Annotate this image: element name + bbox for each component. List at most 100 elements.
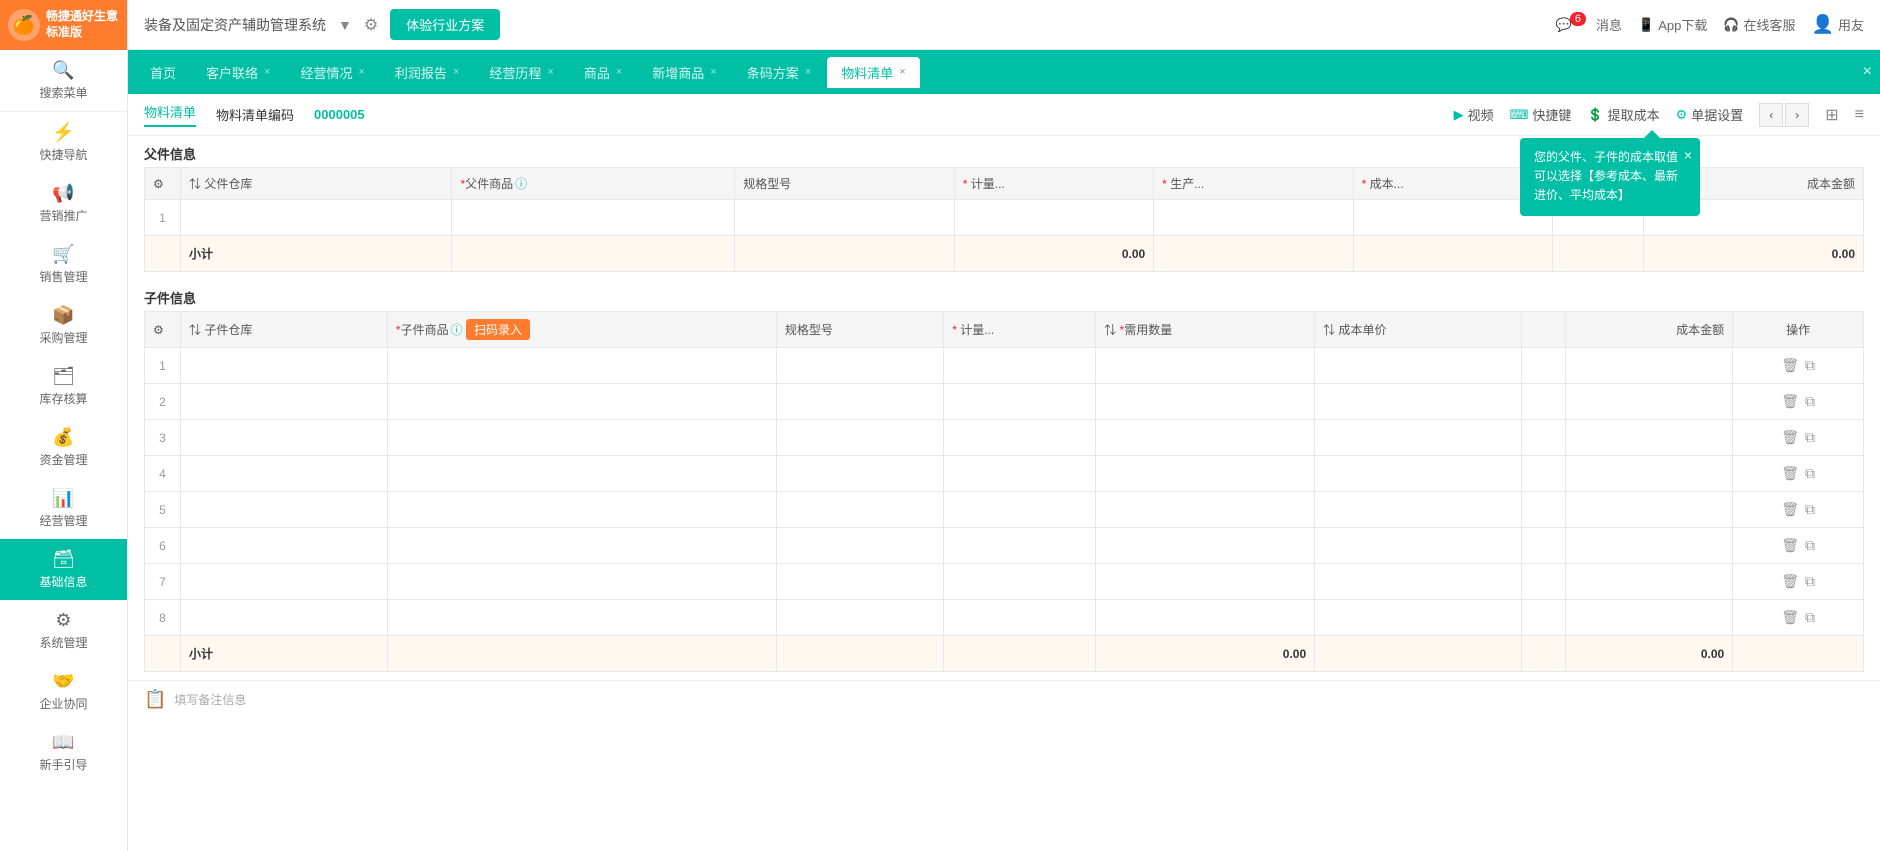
tab-bom-close[interactable]: × bbox=[899, 66, 905, 78]
tab-barcode-close[interactable]: × bbox=[805, 66, 811, 78]
child-delete-icon-7[interactable]: 🗑 bbox=[1781, 573, 1799, 590]
tab-history[interactable]: 经营历程 × bbox=[475, 57, 567, 88]
child-unit-cell-5[interactable] bbox=[944, 492, 1096, 528]
child-spec-cell-5[interactable] bbox=[776, 492, 943, 528]
sidebar-item-marketing[interactable]: 📢 营销推广 bbox=[0, 173, 127, 234]
child-spec-cell-6[interactable] bbox=[776, 528, 943, 564]
child-copy-icon-3[interactable]: ⧉ bbox=[1805, 429, 1815, 446]
child-spec-cell-4[interactable] bbox=[776, 456, 943, 492]
child-goods-cell-1[interactable] bbox=[387, 348, 776, 384]
topbar-gear-icon[interactable]: ⚙ bbox=[364, 15, 378, 35]
child-req-qty-cell-4[interactable] bbox=[1096, 456, 1315, 492]
child-delete-icon-3[interactable]: 🗑 bbox=[1781, 429, 1799, 446]
parent-unit-cell-1[interactable] bbox=[954, 200, 1153, 236]
child-spec-cell-3[interactable] bbox=[776, 420, 943, 456]
child-unit-cell-4[interactable] bbox=[944, 456, 1096, 492]
sidebar-item-sales[interactable]: 🛒 销售管理 bbox=[0, 234, 127, 295]
tooltip-close-btn[interactable]: × bbox=[1684, 144, 1692, 166]
sidebar-item-inventory[interactable]: 🗂 库存核算 bbox=[0, 356, 127, 417]
child-goods-cell-4[interactable] bbox=[387, 456, 776, 492]
parent-warehouse-cell-1[interactable] bbox=[181, 200, 452, 236]
parent-spec-cell-1[interactable] bbox=[735, 200, 955, 236]
child-delete-icon-5[interactable]: 🗑 bbox=[1781, 501, 1799, 518]
child-copy-icon-5[interactable]: ⧉ bbox=[1805, 501, 1815, 518]
child-delete-icon-2[interactable]: 🗑 bbox=[1781, 393, 1799, 410]
child-spec-cell-8[interactable] bbox=[776, 600, 943, 636]
tab-operation[interactable]: 经营情况 × bbox=[286, 57, 378, 88]
prev-record-btn[interactable]: ‹ bbox=[1759, 103, 1783, 127]
child-unit-cell-8[interactable] bbox=[944, 600, 1096, 636]
tab-profit[interactable]: 利润报告 × bbox=[381, 57, 473, 88]
sidebar-item-basic-info[interactable]: 🗃 基础信息 bbox=[0, 539, 127, 600]
tab-barcode[interactable]: 条码方案 × bbox=[733, 57, 825, 88]
child-copy-icon-6[interactable]: ⧉ bbox=[1805, 537, 1815, 554]
child-warehouse-cell-3[interactable] bbox=[181, 420, 388, 456]
child-goods-cell-8[interactable] bbox=[387, 600, 776, 636]
child-req-qty-cell-2[interactable] bbox=[1096, 384, 1315, 420]
cost-sort[interactable]: ⇅ bbox=[1323, 323, 1335, 337]
grid-view-icon[interactable]: ⊞ bbox=[1825, 105, 1838, 125]
child-warehouse-cell-1[interactable] bbox=[181, 348, 388, 384]
child-delete-icon-1[interactable]: 🗑 bbox=[1781, 357, 1799, 374]
online-service-item[interactable]: 🎧 在线客服 bbox=[1723, 15, 1795, 34]
shortcut-btn[interactable]: ⌨ 快捷键 bbox=[1510, 105, 1572, 124]
child-req-qty-cell-6[interactable] bbox=[1096, 528, 1315, 564]
child-delete-icon-8[interactable]: 🗑 bbox=[1781, 609, 1799, 626]
child-copy-icon-4[interactable]: ⧉ bbox=[1805, 465, 1815, 482]
child-warehouse-cell-5[interactable] bbox=[181, 492, 388, 528]
close-all-tabs-icon[interactable]: × bbox=[1863, 63, 1872, 81]
video-btn[interactable]: ▶ 视频 bbox=[1454, 105, 1494, 124]
note-label[interactable]: 填写备注信息 bbox=[174, 691, 246, 708]
user-item[interactable]: 👤 用友 bbox=[1812, 14, 1864, 35]
child-warehouse-cell-2[interactable] bbox=[181, 384, 388, 420]
tab-goods-close[interactable]: × bbox=[616, 66, 622, 78]
child-cost-price-cell-6[interactable] bbox=[1315, 528, 1522, 564]
child-cost-price-cell-3[interactable] bbox=[1315, 420, 1522, 456]
child-unit-cell-2[interactable] bbox=[944, 384, 1096, 420]
child-cost-price-cell-7[interactable] bbox=[1315, 564, 1522, 600]
cost-extract-btn[interactable]: 💲 提取成本 bbox=[1587, 105, 1659, 124]
child-col-setting[interactable]: ⚙ bbox=[145, 312, 181, 348]
child-req-qty-cell-3[interactable] bbox=[1096, 420, 1315, 456]
sidebar-item-purchase[interactable]: 📦 采购管理 bbox=[0, 295, 127, 356]
parent-sort-icon[interactable]: ⇅ bbox=[189, 177, 201, 191]
child-spec-cell-2[interactable] bbox=[776, 384, 943, 420]
tab-customer-close[interactable]: × bbox=[264, 66, 270, 78]
child-warehouse-cell-6[interactable] bbox=[181, 528, 388, 564]
child-goods-cell-6[interactable] bbox=[387, 528, 776, 564]
child-spec-cell-7[interactable] bbox=[776, 564, 943, 600]
child-copy-icon-1[interactable]: ⧉ bbox=[1805, 357, 1815, 374]
parent-goods-cell-1[interactable] bbox=[452, 200, 735, 236]
child-unit-cell-7[interactable] bbox=[944, 564, 1096, 600]
child-warehouse-cell-8[interactable] bbox=[181, 600, 388, 636]
child-spec-cell-1[interactable] bbox=[776, 348, 943, 384]
tab-operation-close[interactable]: × bbox=[358, 66, 364, 78]
app-download-item[interactable]: 📱 App下载 bbox=[1638, 15, 1707, 34]
tab-goods[interactable]: 商品 × bbox=[570, 57, 636, 88]
tab-new-goods-close[interactable]: × bbox=[710, 66, 716, 78]
child-req-qty-cell-8[interactable] bbox=[1096, 600, 1315, 636]
child-cost-price-cell-1[interactable] bbox=[1315, 348, 1522, 384]
child-copy-icon-2[interactable]: ⧉ bbox=[1805, 393, 1815, 410]
scan-input-btn[interactable]: 扫码录入 bbox=[466, 319, 530, 340]
child-unit-cell-3[interactable] bbox=[944, 420, 1096, 456]
tab-bom[interactable]: 物料清单 × bbox=[827, 57, 919, 88]
sidebar-item-system[interactable]: ⚙ 系统管理 bbox=[0, 600, 127, 661]
child-copy-icon-7[interactable]: ⧉ bbox=[1805, 573, 1815, 590]
child-req-qty-cell-7[interactable] bbox=[1096, 564, 1315, 600]
child-req-qty-cell-5[interactable] bbox=[1096, 492, 1315, 528]
sidebar-item-guide[interactable]: 📖 新手引导 bbox=[0, 722, 127, 783]
child-goods-cell-5[interactable] bbox=[387, 492, 776, 528]
child-cost-price-cell-4[interactable] bbox=[1315, 456, 1522, 492]
child-copy-icon-8[interactable]: ⧉ bbox=[1805, 609, 1815, 626]
child-cost-price-cell-5[interactable] bbox=[1315, 492, 1522, 528]
sidebar-item-search[interactable]: 🔍 搜索菜单 bbox=[0, 50, 127, 112]
child-delete-icon-4[interactable]: 🗑 bbox=[1781, 465, 1799, 482]
topbar-dropdown-icon[interactable]: ▼ bbox=[338, 17, 352, 33]
parent-goods-help-icon[interactable]: ⓘ bbox=[515, 177, 527, 191]
child-goods-cell-3[interactable] bbox=[387, 420, 776, 456]
single-setting-btn[interactable]: ⚙ 单据设置 bbox=[1676, 105, 1744, 124]
parent-col-setting[interactable]: ⚙ bbox=[145, 168, 181, 200]
sub-header-bom-list[interactable]: 物料清单 bbox=[144, 102, 196, 127]
tab-new-goods[interactable]: 新增商品 × bbox=[638, 57, 730, 88]
